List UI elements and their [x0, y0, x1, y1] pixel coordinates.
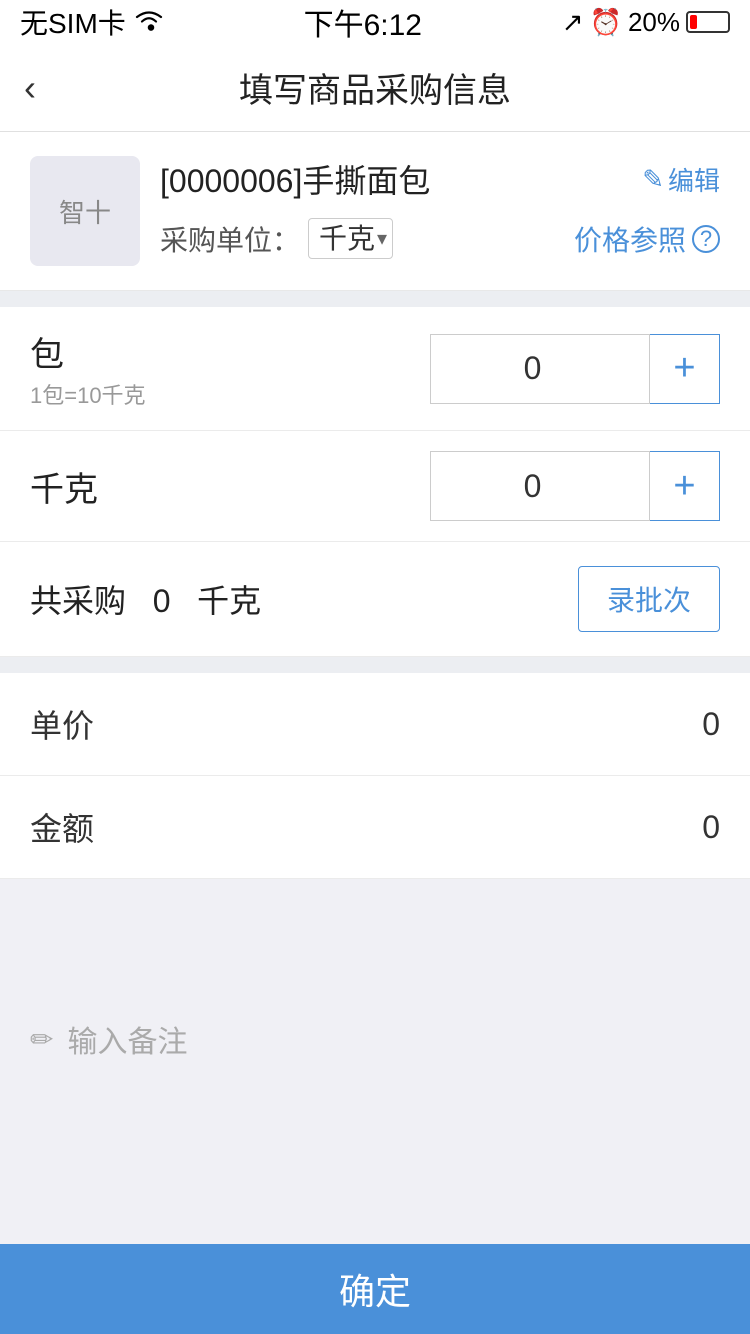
- total-label: 共采购: [30, 583, 126, 619]
- edit-button[interactable]: ✎ 编辑: [642, 161, 720, 198]
- batch-button[interactable]: 录批次: [578, 566, 720, 632]
- status-time: 下午6:12: [304, 0, 422, 44]
- unit-select-wrap[interactable]: 千克: [300, 218, 393, 259]
- nav-bar: ‹ 填写商品采购信息: [0, 44, 750, 132]
- total-unit: 千克: [197, 583, 261, 619]
- unit-price-label: 单价: [30, 701, 94, 747]
- edit-label: 编辑: [668, 161, 720, 198]
- quantity-input-section: 包 1包=10千克 + 千克 + 共采购 0 千克 录批次: [0, 307, 750, 657]
- confirm-button[interactable]: 确定: [0, 1244, 750, 1334]
- unit-selector: 采购单位： 千克: [160, 218, 393, 259]
- kg-qty-wrap: +: [166, 451, 720, 521]
- back-button[interactable]: ‹: [24, 67, 36, 109]
- unit-select[interactable]: 千克: [308, 218, 393, 259]
- bag-label: 包: [30, 327, 150, 376]
- price-ref-help-icon: ?: [692, 225, 720, 253]
- status-left: 无SIM卡: [20, 2, 164, 42]
- price-ref-label: 价格参照: [574, 219, 686, 259]
- product-header: [0000006]手撕面包 ✎ 编辑: [160, 156, 720, 202]
- location-icon: ↗: [562, 7, 584, 38]
- product-name: [0000006]手撕面包: [160, 156, 430, 202]
- remark-section[interactable]: ✏ 输入备注: [0, 879, 750, 1199]
- total-amount: 0: [153, 583, 171, 619]
- kg-label: 千克: [30, 462, 150, 511]
- bag-label-group: 包 1包=10千克: [30, 327, 150, 410]
- kg-qty-input[interactable]: [430, 451, 650, 521]
- bag-input-row: 包 1包=10千克 +: [0, 307, 750, 431]
- carrier-text: 无SIM卡: [20, 2, 126, 42]
- battery-icon: [686, 11, 730, 33]
- product-unit-row: 采购单位： 千克 价格参照 ?: [160, 218, 720, 259]
- amount-row: 金额 0: [0, 776, 750, 879]
- wifi-icon: [134, 6, 164, 38]
- amount-value: 0: [702, 809, 720, 846]
- remark-icon: ✏: [30, 1023, 53, 1056]
- product-info: [0000006]手撕面包 ✎ 编辑 采购单位： 千克 价格参照 ?: [160, 156, 720, 259]
- edit-icon: ✎: [642, 164, 664, 195]
- total-text: 共采购 0 千克: [30, 576, 261, 622]
- bag-qty-input[interactable]: [430, 334, 650, 404]
- section-divider-1: [0, 291, 750, 307]
- bag-qty-wrap: +: [166, 334, 720, 404]
- price-reference-button[interactable]: 价格参照 ?: [574, 219, 720, 259]
- price-section: 单价 0 金额 0: [0, 673, 750, 879]
- remark-placeholder: 输入备注: [67, 1017, 187, 1061]
- unit-label: 采购单位：: [160, 219, 300, 259]
- kg-input-row: 千克 +: [0, 431, 750, 542]
- page-title: 填写商品采购信息: [239, 63, 511, 112]
- bag-unit-hint: 1包=10千克: [30, 378, 150, 410]
- total-row: 共采购 0 千克 录批次: [0, 542, 750, 657]
- kg-plus-button[interactable]: +: [650, 451, 720, 521]
- product-card: 智十 [0000006]手撕面包 ✎ 编辑 采购单位： 千克 价格参照 ?: [0, 132, 750, 291]
- product-thumbnail: 智十: [30, 156, 140, 266]
- bag-plus-button[interactable]: +: [650, 334, 720, 404]
- status-bar: 无SIM卡 下午6:12 ↗ ⏰ 20%: [0, 0, 750, 44]
- section-divider-2: [0, 657, 750, 673]
- kg-label-group: 千克: [30, 462, 150, 511]
- alarm-icon: ⏰: [590, 7, 622, 38]
- unit-price-value: 0: [702, 706, 720, 743]
- status-right: ↗ ⏰ 20%: [562, 7, 730, 38]
- battery-percent: 20%: [628, 7, 680, 38]
- unit-price-row: 单价 0: [0, 673, 750, 776]
- amount-label: 金额: [30, 804, 94, 850]
